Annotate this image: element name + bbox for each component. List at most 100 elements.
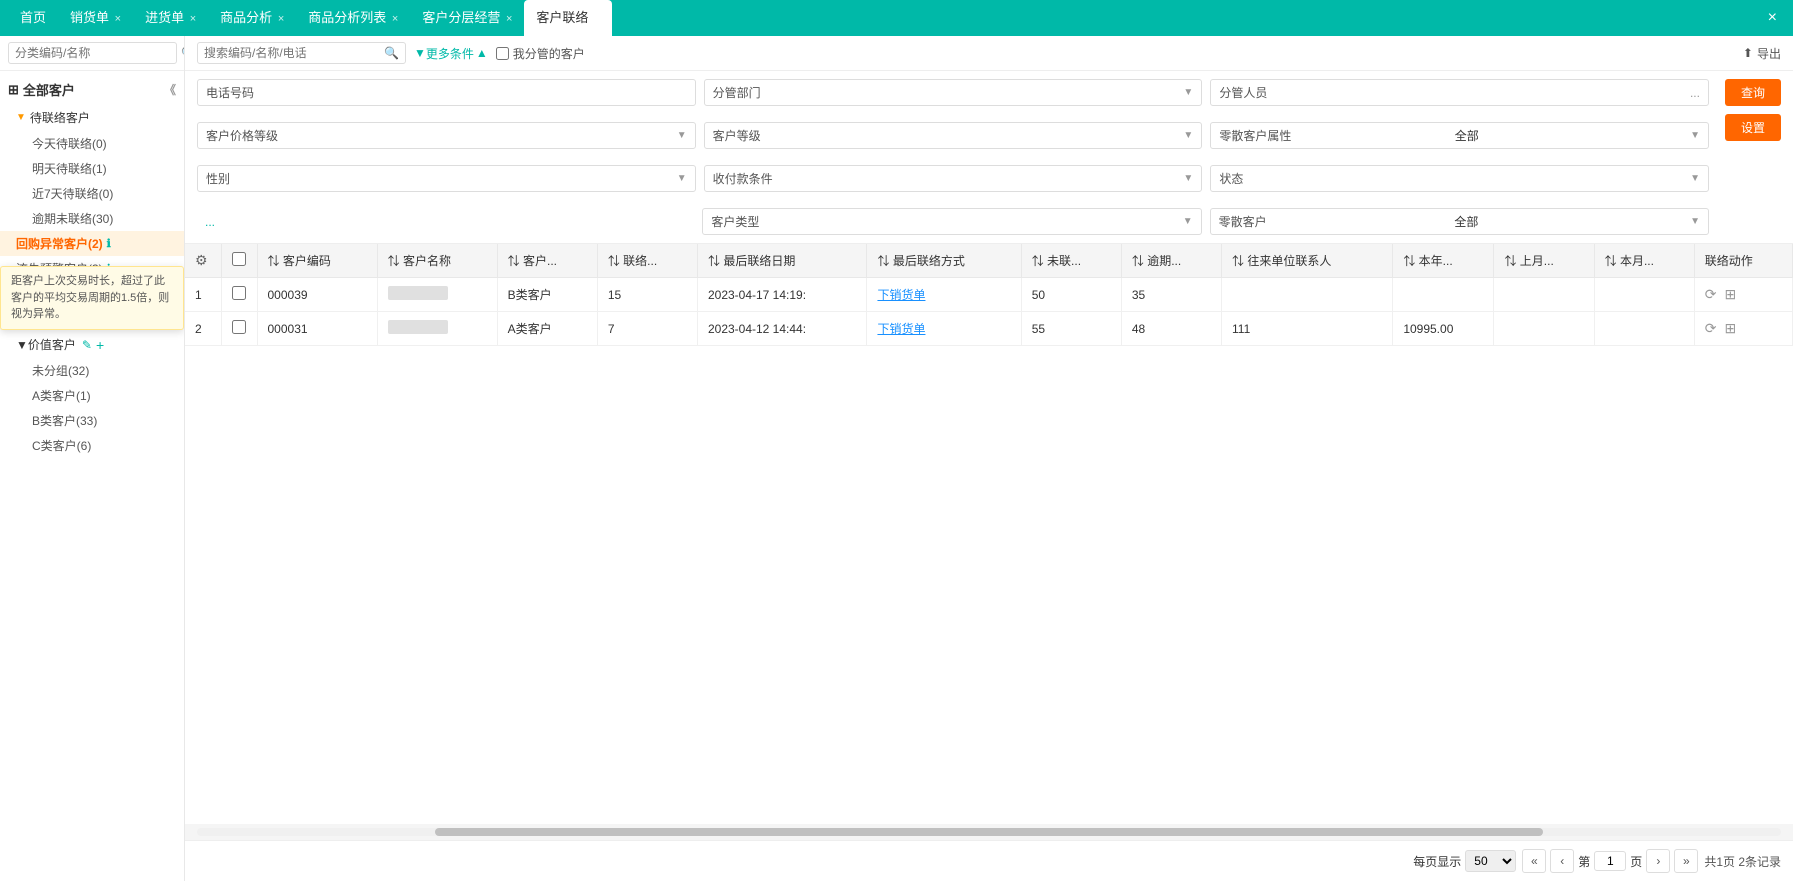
dept-field[interactable]: 分管部门 ▼ xyxy=(704,79,1203,106)
row2-uncontact: 55 xyxy=(1021,312,1121,346)
b-class-item[interactable]: B类客户(33) xyxy=(8,408,184,433)
nav-product-list-close[interactable]: × xyxy=(392,13,398,25)
nav-product-analysis-close[interactable]: × xyxy=(278,13,284,25)
col-last-date[interactable]: ⇅ 最后联络日期 xyxy=(697,244,866,278)
row2-select-checkbox[interactable] xyxy=(232,320,246,334)
value-arrow-icon: ▼ xyxy=(16,338,28,352)
sidebar-search-icon[interactable]: 🔍 xyxy=(181,46,185,60)
nav-purchase[interactable]: 进货单 × xyxy=(133,0,208,36)
filter-search-input[interactable] xyxy=(204,46,384,60)
a-class-item[interactable]: A类客户(1) xyxy=(8,383,184,408)
dept-arrow-icon: ▼ xyxy=(1183,87,1193,98)
col-name[interactable]: ⇅ 客户名称 xyxy=(377,244,497,278)
last-page-button[interactable]: » xyxy=(1674,849,1698,873)
next-page-button[interactable]: › xyxy=(1646,849,1670,873)
more-filter-arrow: ▲ xyxy=(476,46,488,60)
ungrouped-item[interactable]: 未分组(32) xyxy=(8,358,184,383)
overdue-contact-item[interactable]: 逾期未联络(30) xyxy=(8,206,184,231)
prev-page-button[interactable]: ‹ xyxy=(1550,849,1574,873)
more-filter-button[interactable]: ▼ 更多条件 ▲ xyxy=(414,45,488,62)
nav-sales-close[interactable]: × xyxy=(115,13,121,25)
horizontal-scrollbar[interactable] xyxy=(197,828,1781,836)
repurchase-info-icon[interactable]: ℹ xyxy=(107,237,111,250)
retail-customer-field[interactable]: 零散客户 全部 ▼ xyxy=(1210,208,1709,235)
gender-label: 性别 xyxy=(206,170,677,187)
c-class-item[interactable]: C类客户(6) xyxy=(8,433,184,458)
customer-type-field[interactable]: 客户类型 ▼ xyxy=(702,208,1201,235)
nav-sales[interactable]: 销货单 × xyxy=(58,0,133,36)
col-overdue[interactable]: ⇅ 逾期... xyxy=(1121,244,1221,278)
row1-method-link[interactable]: 下销货单 xyxy=(877,288,925,302)
row1-select-checkbox[interactable] xyxy=(232,286,246,300)
per-page-select[interactable]: 50 20 100 xyxy=(1465,850,1516,872)
my-customer-checkbox[interactable] xyxy=(496,47,509,60)
col-settings[interactable]: ⚙ xyxy=(185,244,221,278)
row2-checkbox[interactable] xyxy=(221,312,257,346)
my-customer-checkbox-area[interactable]: 我分管的客户 xyxy=(496,45,585,62)
row1-contact-icon[interactable]: ⟳ xyxy=(1705,286,1717,303)
col-last-month[interactable]: ⇅ 上月... xyxy=(1494,244,1594,278)
row1-more-icon[interactable]: ⊞ xyxy=(1724,286,1736,303)
top-nav: 首页 销货单 × 进货单 × 商品分析 × 商品分析列表 × 客户分层经营 × … xyxy=(0,0,1793,36)
filter-row-2: 客户价格等级 ▼ 客户等级 ▼ 零散客户属性 全部 ▼ xyxy=(197,122,1709,149)
repurchase-abnormal-item[interactable]: 回购异常客户(2) ℹ xyxy=(0,231,184,256)
nav-customer-contact-close[interactable]: × xyxy=(594,13,600,25)
person-dots[interactable]: ... xyxy=(1690,86,1700,100)
pending-contact-title[interactable]: ▼ 待联络客户 xyxy=(8,104,184,131)
price-level-field[interactable]: 客户价格等级 ▼ xyxy=(197,122,696,149)
settings-button[interactable]: 设置 xyxy=(1725,114,1781,141)
phone-input[interactable] xyxy=(258,86,687,100)
table-settings-icon[interactable]: ⚙ xyxy=(195,252,208,268)
today-contact-item[interactable]: 今天待联络(0) xyxy=(8,131,184,156)
status-field[interactable]: 状态 ▼ xyxy=(1210,165,1709,192)
col-unit-contact[interactable]: ⇅ 往来单位联系人 xyxy=(1222,244,1393,278)
row1-last-date: 2023-04-17 14:19: xyxy=(697,278,866,312)
row1-actions: ⟳ ⊞ xyxy=(1694,278,1792,312)
nav-customer-segment[interactable]: 客户分层经营 × xyxy=(410,0,524,36)
row2-last-month xyxy=(1494,312,1594,346)
collapse-icon[interactable]: 《 xyxy=(164,81,176,98)
col-last-method[interactable]: ⇅ 最后联络方式 xyxy=(867,244,1021,278)
col-code[interactable]: ⇅ 客户编码 xyxy=(257,244,377,278)
row2-method-link[interactable]: 下销货单 xyxy=(877,322,925,336)
all-customers-item[interactable]: ⊞ 全部客户 《 xyxy=(0,75,184,104)
sidebar-search-input[interactable] xyxy=(8,42,177,64)
col-contact-count[interactable]: ⇅ 联络... xyxy=(597,244,697,278)
value-customer-edit-icon[interactable]: ✎ xyxy=(82,338,92,352)
col-uncontact[interactable]: ⇅ 未联... xyxy=(1021,244,1121,278)
row1-checkbox[interactable] xyxy=(221,278,257,312)
tomorrow-contact-item[interactable]: 明天待联络(1) xyxy=(8,156,184,181)
nav-product-analysis[interactable]: 商品分析 × xyxy=(208,0,296,36)
nav-product-list[interactable]: 商品分析列表 × xyxy=(296,0,410,36)
scrollbar-thumb[interactable] xyxy=(435,828,1544,836)
week-contact-item[interactable]: 近7天待联络(0) xyxy=(8,181,184,206)
row2-contact-icon[interactable]: ⟳ xyxy=(1705,320,1717,337)
nav-customer-segment-close[interactable]: × xyxy=(506,13,512,25)
payment-field[interactable]: 收付款条件 ▼ xyxy=(704,165,1203,192)
row1-last-method[interactable]: 下销货单 xyxy=(867,278,1021,312)
window-close-button[interactable]: × xyxy=(1760,9,1785,27)
col-checkbox[interactable] xyxy=(221,244,257,278)
nav-home[interactable]: 首页 xyxy=(8,0,58,36)
row2-more-icon[interactable]: ⊞ xyxy=(1724,320,1736,337)
col-type[interactable]: ⇅ 客户... xyxy=(497,244,597,278)
row2-last-method[interactable]: 下销货单 xyxy=(867,312,1021,346)
gender-field[interactable]: 性别 ▼ xyxy=(197,165,696,192)
export-button[interactable]: ⬆ 导出 xyxy=(1743,45,1781,62)
row1-type: B类客户 xyxy=(497,278,597,312)
page-number-input[interactable] xyxy=(1594,851,1626,871)
col-this-month[interactable]: ⇅ 本月... xyxy=(1594,244,1694,278)
retail-attr-field[interactable]: 零散客户属性 全部 ▼ xyxy=(1210,122,1709,149)
value-customer-title[interactable]: ▼ 价值客户 ✎ + xyxy=(8,331,184,358)
value-customer-add-icon[interactable]: + xyxy=(96,337,104,353)
nav-customer-contact[interactable]: 客户联络 × xyxy=(524,0,612,36)
first-page-button[interactable]: « xyxy=(1522,849,1546,873)
col-year[interactable]: ⇅ 本年... xyxy=(1393,244,1494,278)
select-all-checkbox[interactable] xyxy=(232,252,246,266)
pending-contact-label: 待联络客户 xyxy=(30,109,90,126)
customer-level-field[interactable]: 客户等级 ▼ xyxy=(704,122,1203,149)
nav-purchase-close[interactable]: × xyxy=(190,13,196,25)
table-row: 1 000039 B类客户 15 2023-04-17 14:19: 下销货单 … xyxy=(185,278,1793,312)
query-button[interactable]: 查询 xyxy=(1725,79,1781,106)
filter-search-icon[interactable]: 🔍 xyxy=(384,46,399,60)
